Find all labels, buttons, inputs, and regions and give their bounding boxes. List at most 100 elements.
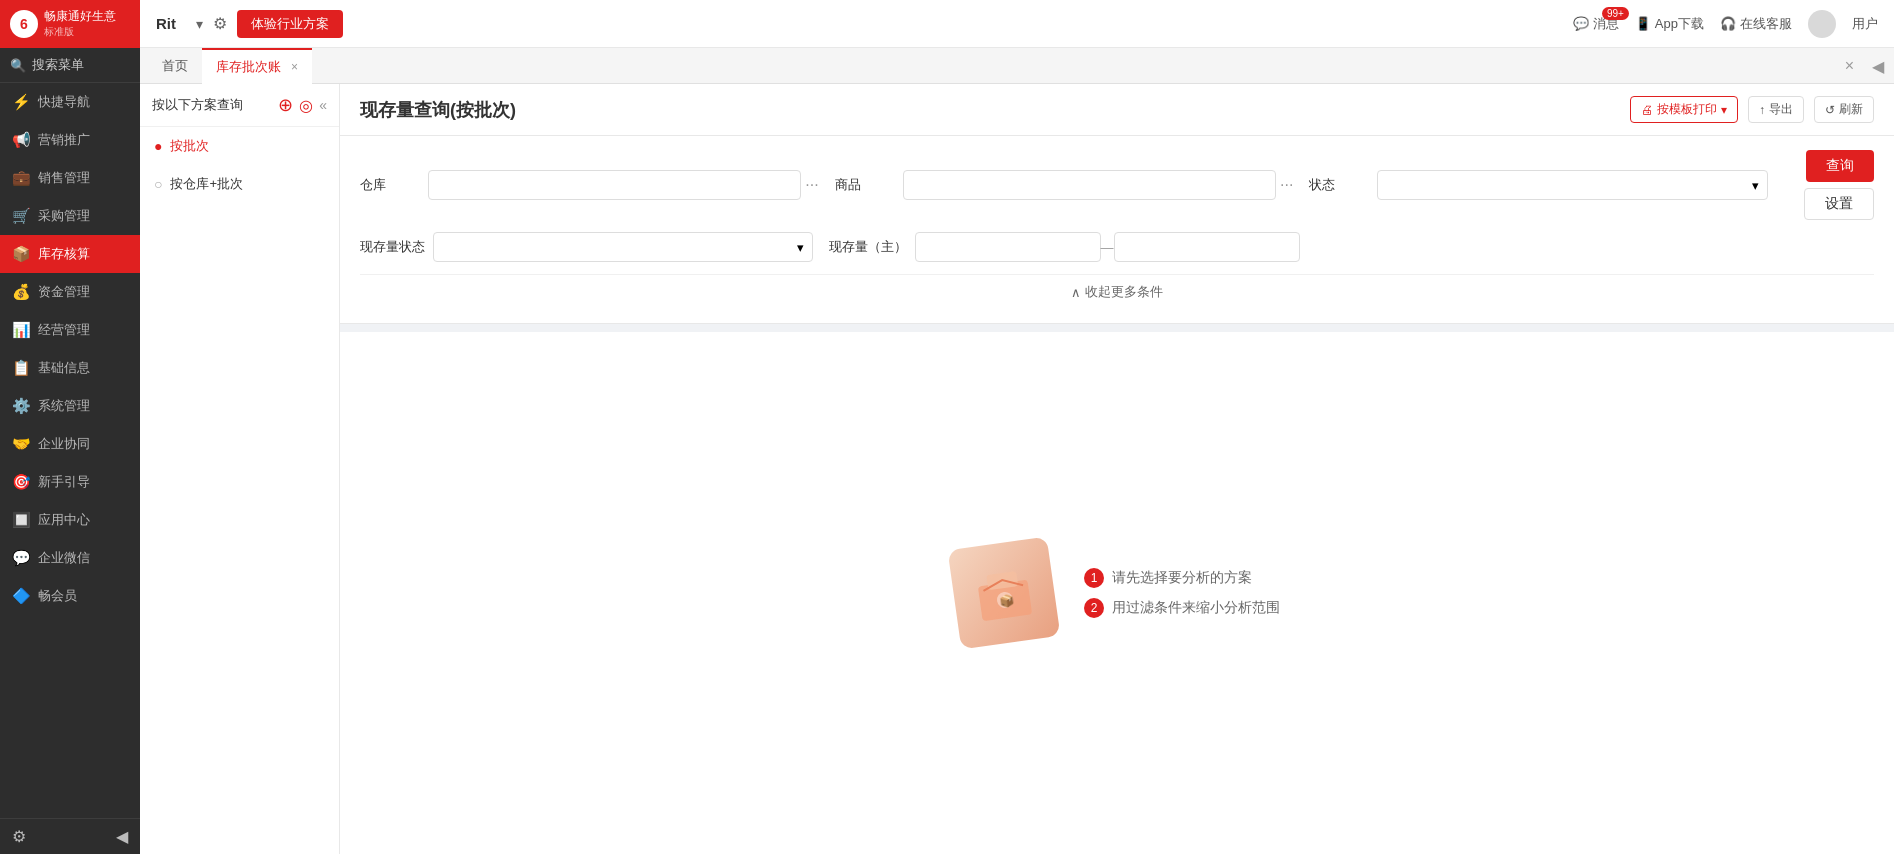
sidebar-item-vip[interactable]: 🔷 畅会员 xyxy=(0,577,140,615)
message-item[interactable]: 💬 消息 99+ xyxy=(1573,15,1619,33)
sidebar-item-sales[interactable]: 💼 销售管理 xyxy=(0,159,140,197)
tabbar-collapse-icon[interactable]: ◀ xyxy=(1872,56,1884,75)
app-center-icon: 🔲 xyxy=(12,511,30,529)
sidebar-item-label: 畅会员 xyxy=(38,587,77,605)
scheme-settings-icon[interactable]: ◎ xyxy=(299,96,313,115)
inventory-status-label: 现存量状态 xyxy=(360,238,425,256)
refresh-button[interactable]: ↺ 刷新 xyxy=(1814,96,1874,123)
sidebar-item-purchase[interactable]: 🛒 采购管理 xyxy=(0,197,140,235)
sidebar-item-basics[interactable]: 📋 基础信息 xyxy=(0,349,140,387)
collapse-label: 收起更多条件 xyxy=(1085,283,1163,301)
tab-close-icon[interactable]: × xyxy=(291,60,298,74)
trial-button[interactable]: 体验行业方案 xyxy=(237,10,343,38)
app-download-icon: 📱 xyxy=(1635,16,1651,31)
sidebar-item-label: 系统管理 xyxy=(38,397,90,415)
product-filter: 商品 ··· xyxy=(835,170,1294,200)
product-input[interactable] xyxy=(903,170,1276,200)
right-panel: 现存量查询(按批次) 🖨 按模板打印 ▾ ↑ 导出 ↺ xyxy=(340,84,1894,854)
sidebar-item-system[interactable]: ⚙️ 系统管理 xyxy=(0,387,140,425)
tab-home[interactable]: 首页 xyxy=(148,48,202,84)
inventory-status-dropdown-icon: ▾ xyxy=(797,240,804,255)
quantity-label: 现存量（主） xyxy=(829,238,907,256)
sidebar-search-label: 搜索菜单 xyxy=(32,56,84,74)
tip-text-1: 请先选择要分析的方案 xyxy=(1112,569,1252,587)
status-dropdown-icon: ▾ xyxy=(1752,178,1759,193)
empty-svg: 📦 xyxy=(964,553,1043,632)
collapse-sidebar-icon[interactable]: ◀ xyxy=(116,827,128,846)
settings-icon[interactable]: ⚙ xyxy=(12,827,26,846)
tabbar-close-button[interactable]: × xyxy=(1845,57,1854,75)
inventory-status-select[interactable]: ▾ xyxy=(433,232,813,262)
chevron-up-icon: ∧ xyxy=(1071,285,1081,300)
tab-active-label: 库存批次账 xyxy=(216,58,281,76)
topbar-right: 💬 消息 99+ 📱 App下载 🎧 在线客服 用户 xyxy=(1573,10,1878,38)
sidebar-item-finance[interactable]: 💰 资金管理 xyxy=(0,273,140,311)
content-area: 按以下方案查询 ⊕ ◎ « ● 按批次 ○ 按仓库+批次 现存量查询( xyxy=(140,84,1894,854)
empty-state: 📦 1 请先选择要分析的方案 2 用过滤条件来缩小分析范围 xyxy=(340,332,1894,854)
topbar-brand: Rit xyxy=(156,15,176,32)
scheme-item-label: 按仓库+批次 xyxy=(170,175,243,193)
product-more-icon[interactable]: ··· xyxy=(1280,176,1293,194)
online-service-item[interactable]: 🎧 在线客服 xyxy=(1720,15,1792,33)
tab-inventory-batch[interactable]: 库存批次账 × xyxy=(202,48,312,84)
sidebar-company-name: 畅康通好生意 xyxy=(44,9,116,25)
sidebar-item-collab[interactable]: 🤝 企业协同 xyxy=(0,425,140,463)
quantity-min-input[interactable] xyxy=(915,232,1101,262)
template-print-button[interactable]: 🖨 按模板打印 ▾ xyxy=(1630,96,1738,123)
sidebar: 6 畅康通好生意 标准版 🔍 搜索菜单 ⚡ 快捷导航 📢 营销推广 💼 销售管理… xyxy=(0,0,140,854)
quantity-filter: 现存量（主） — xyxy=(829,232,1300,262)
scheme-item-by-warehouse-batch[interactable]: ○ 按仓库+批次 xyxy=(140,165,339,203)
sales-icon: 💼 xyxy=(12,169,30,187)
corp-wechat-icon: 💬 xyxy=(12,549,30,567)
sidebar-item-operations[interactable]: 📊 经营管理 xyxy=(0,311,140,349)
sidebar-item-app-center[interactable]: 🔲 应用中心 xyxy=(0,501,140,539)
warehouse-input[interactable] xyxy=(428,170,801,200)
app-download-label: App下载 xyxy=(1655,15,1704,33)
status-select[interactable]: ▾ xyxy=(1377,170,1768,200)
collapse-panel-icon[interactable]: « xyxy=(319,97,327,113)
sidebar-edition: 标准版 xyxy=(44,25,116,39)
quantity-max-input[interactable] xyxy=(1114,232,1300,262)
scheme-item-by-batch[interactable]: ● 按批次 xyxy=(140,127,339,165)
topbar-brand-text: Rit xyxy=(156,15,176,32)
scheme-active-icon: ● xyxy=(154,138,162,154)
sidebar-item-label: 销售管理 xyxy=(38,169,90,187)
sidebar-nav: ⚡ 快捷导航 📢 营销推广 💼 销售管理 🛒 采购管理 📦 库存核算 💰 资金管… xyxy=(0,83,140,818)
sidebar-item-marketing[interactable]: 📢 营销推广 xyxy=(0,121,140,159)
export-button[interactable]: ↑ 导出 xyxy=(1748,96,1804,123)
quantity-dash: — xyxy=(1101,240,1114,255)
collab-icon: 🤝 xyxy=(12,435,30,453)
sidebar-footer: ⚙ ◀ xyxy=(0,818,140,854)
topbar-dropdown-icon[interactable]: ▾ xyxy=(196,16,203,32)
sidebar-item-label: 资金管理 xyxy=(38,283,90,301)
settings-button[interactable]: 设置 xyxy=(1804,188,1874,220)
query-button[interactable]: 查询 xyxy=(1806,150,1874,182)
status-filter: 状态 ▾ xyxy=(1309,170,1768,200)
message-icon: 💬 xyxy=(1573,16,1589,31)
sidebar-search[interactable]: 🔍 搜索菜单 xyxy=(0,48,140,83)
guide-icon: 🎯 xyxy=(12,473,30,491)
sidebar-logo: 6 xyxy=(10,10,38,38)
tip-num-1: 1 xyxy=(1084,568,1104,588)
collapse-more-conditions[interactable]: ∧ 收起更多条件 xyxy=(360,274,1874,309)
sidebar-item-corp-wechat[interactable]: 💬 企业微信 xyxy=(0,539,140,577)
system-icon: ⚙️ xyxy=(12,397,30,415)
sidebar-item-label: 营销推广 xyxy=(38,131,90,149)
left-panel-title: 按以下方案查询 xyxy=(152,96,243,114)
sidebar-item-quick-nav[interactable]: ⚡ 快捷导航 xyxy=(0,83,140,121)
app-download-item[interactable]: 📱 App下载 xyxy=(1635,15,1704,33)
online-service-icon: 🎧 xyxy=(1720,16,1736,31)
sidebar-item-inventory[interactable]: 📦 库存核算 xyxy=(0,235,140,273)
tab-home-label: 首页 xyxy=(162,57,188,75)
add-scheme-icon[interactable]: ⊕ xyxy=(278,94,293,116)
sidebar-item-label: 经营管理 xyxy=(38,321,90,339)
product-label: 商品 xyxy=(835,176,895,194)
finance-icon: 💰 xyxy=(12,283,30,301)
search-icon: 🔍 xyxy=(10,58,26,73)
tabbar: 首页 库存批次账 × × ◀ xyxy=(140,48,1894,84)
sidebar-item-guide[interactable]: 🎯 新手引导 xyxy=(0,463,140,501)
warehouse-more-icon[interactable]: ··· xyxy=(805,176,818,194)
user-avatar[interactable] xyxy=(1808,10,1836,38)
topbar-gear-icon[interactable]: ⚙ xyxy=(213,14,227,33)
svg-text:📦: 📦 xyxy=(998,592,1015,609)
